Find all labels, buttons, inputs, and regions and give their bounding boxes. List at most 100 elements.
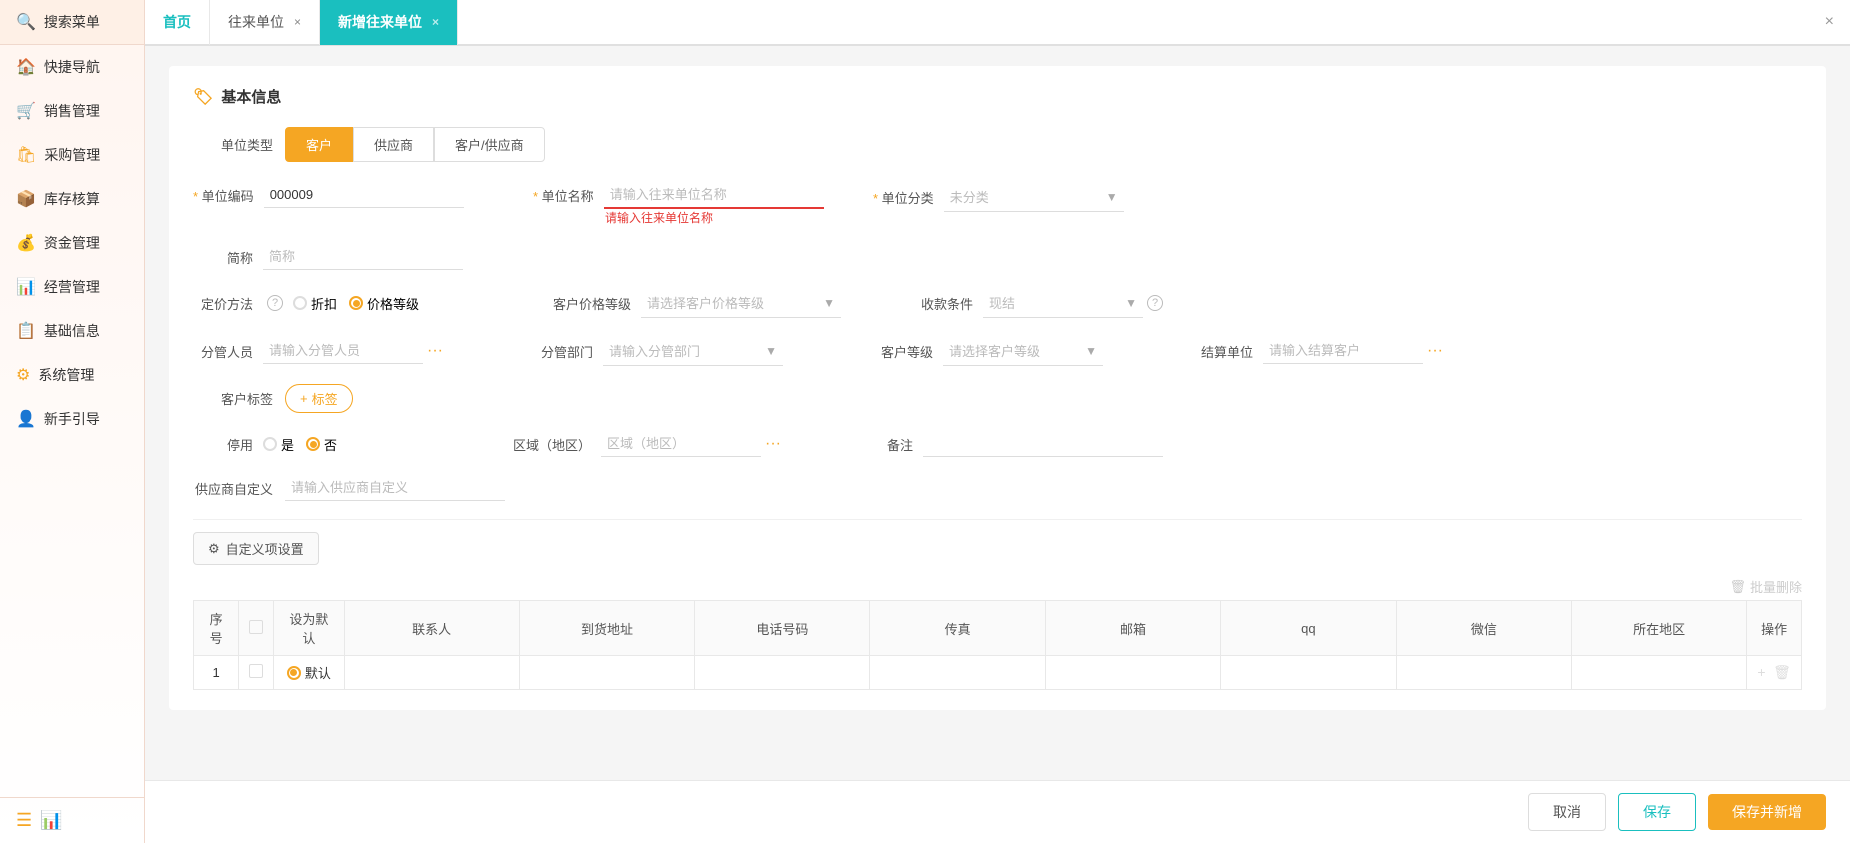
customer-price-level-chevron: ▼ [823,296,835,310]
tab-add-partner[interactable]: 新增往来单位 × [320,0,458,45]
sidebar-item-sales[interactable]: 🛒 销售管理 [0,89,144,133]
pricing-level-radio[interactable]: 价格等级 [349,294,419,313]
custom-settings-btn[interactable]: ⚙ 自定义项设置 [193,532,319,565]
tab-add-partner-close[interactable]: × [432,15,439,29]
inventory-icon: 📦 [16,189,36,209]
sidebar-item-search[interactable]: 🔍 搜索菜单 [0,0,144,45]
sidebar-item-purchase[interactable]: 🛍 采购管理 [0,133,144,177]
sidebar-item-sales-label: 销售管理 [44,101,100,121]
pricing-discount-label: 折扣 [311,294,337,313]
cancel-button[interactable]: 取消 [1528,793,1606,831]
row-default-cell: 默认 [274,656,344,690]
select-all-checkbox[interactable] [249,620,263,634]
tab-home[interactable]: 首页 [145,0,210,45]
pricing-info-icon[interactable]: ? [267,295,283,311]
sidebar-item-basic-info-label: 基础信息 [44,321,100,341]
customer-level-select[interactable]: 请选择客户等级 ▼ [943,336,1103,366]
disabled-no-label: 否 [324,435,337,454]
pricing-discount-circle [293,296,307,310]
custom-settings-icon: ⚙ [208,541,220,557]
tab-home-label: 首页 [163,12,191,32]
batch-delete-label[interactable]: 批量删除 [1750,577,1802,596]
row-add-icon[interactable]: + [1757,664,1765,680]
unit-type-label: 单位类型 [193,135,273,154]
sidebar-bottom-icon1[interactable]: ☰ [16,810,32,831]
unit-code-input[interactable] [264,182,464,208]
row-contact[interactable] [344,656,519,690]
payment-terms-select[interactable]: 现结 ▼ [983,288,1143,318]
row-wechat[interactable] [1396,656,1571,690]
unit-type-supplier-btn[interactable]: 供应商 [353,127,434,162]
guide-icon: 👤 [16,409,36,429]
region-label: 区域（地区） [513,435,591,454]
department-placeholder: 请输入分管部门 [609,341,757,360]
disabled-yes-radio[interactable]: 是 [263,435,294,454]
sidebar-item-operations[interactable]: 📊 经营管理 [0,265,144,309]
supplier-custom-label: 供应商自定义 [193,479,273,498]
batch-delete-row: 🗑 批量删除 [193,577,1802,596]
sidebar-item-basic-info[interactable]: 📋 基础信息 [0,309,144,353]
tab-partner-list[interactable]: 往来单位 × [210,0,320,45]
row-qq[interactable] [1221,656,1397,690]
sidebar-item-finance[interactable]: 💰 资金管理 [0,221,144,265]
region-input[interactable] [601,431,761,457]
tag-add-button[interactable]: + 标签 [285,384,353,413]
supplier-custom-row: 供应商自定义 [193,475,1802,501]
col-wechat: 微信 [1396,601,1571,656]
row-default-radio-circle [287,666,301,680]
unit-name-input[interactable] [604,182,824,209]
short-name-input[interactable] [263,244,463,270]
pricing-discount-radio[interactable]: 折扣 [293,294,337,313]
sidebar-bottom-icon2[interactable]: 📊 [40,810,62,831]
settlement-unit-more-btn[interactable]: ··· [1423,342,1447,360]
row-delete-icon[interactable]: 🗑 [1773,664,1791,680]
supplier-custom-input[interactable] [285,475,505,501]
unit-category-select[interactable]: 未分类 ▼ [944,182,1124,212]
save-new-button[interactable]: 保存并新增 [1708,794,1826,830]
row-region[interactable] [1571,656,1746,690]
row-phone[interactable] [695,656,870,690]
row-default-radio[interactable]: 默认 [284,663,333,682]
manager-more-btn[interactable]: ··· [423,342,447,360]
sidebar-item-quick-nav[interactable]: 🏠 快捷导航 [0,45,144,89]
customer-price-level-select[interactable]: 请选择客户价格等级 ▼ [641,288,841,318]
section-title: 🏷 基本信息 [193,86,1802,107]
sales-icon: 🛒 [16,101,36,121]
tab-partner-list-close[interactable]: × [294,15,301,29]
row-email[interactable] [1045,656,1220,690]
section-title-label: 基本信息 [221,86,281,107]
manager-label: 分管人员 [193,342,253,361]
unit-type-customer-btn[interactable]: 客户 [285,127,353,162]
tabbar-close-all[interactable]: × [1809,13,1850,31]
department-label: 分管部门 [533,342,593,361]
pricing-level-label: 价格等级 [367,294,419,313]
sidebar-item-system[interactable]: ⚙ 系统管理 [0,353,144,397]
sidebar-item-guide[interactable]: 👤 新手引导 [0,397,144,441]
customer-price-level-placeholder: 请选择客户价格等级 [647,293,815,312]
manager-input[interactable] [263,338,423,364]
sidebar-item-system-label: 系统管理 [38,365,94,385]
pricing-level-circle [349,296,363,310]
row-fax[interactable] [870,656,1045,690]
operations-icon: 📊 [16,277,36,297]
unit-category-chevron: ▼ [1106,190,1118,204]
sidebar-item-inventory[interactable]: 📦 库存核算 [0,177,144,221]
batch-delete-icon: 🗑 [1729,579,1746,595]
payment-terms-chevron: ▼ [1125,296,1137,310]
row-address[interactable] [519,656,694,690]
settlement-unit-input[interactable] [1263,338,1423,364]
row-checkbox[interactable] [249,664,263,678]
sidebar-item-quick-nav-label: 快捷导航 [44,57,100,77]
customer-tag-label: 客户标签 [193,389,273,408]
save-button[interactable]: 保存 [1618,793,1696,831]
unit-type-group: 客户 供应商 客户/供应商 [285,127,545,162]
region-more-btn[interactable]: ··· [761,435,785,453]
disabled-no-radio[interactable]: 否 [306,435,337,454]
department-select[interactable]: 请输入分管部门 ▼ [603,336,783,366]
manager-row: 分管人员 ··· 分管部门 请输入分管部门 ▼ 客户等级 请选择客户等级 [193,336,1802,366]
customer-price-level-field: 客户价格等级 请选择客户价格等级 ▼ [553,288,873,318]
remark-input[interactable] [923,431,1163,457]
table-row: 1 默认 [194,656,1802,690]
unit-type-both-btn[interactable]: 客户/供应商 [434,127,545,162]
payment-terms-info-icon[interactable]: ? [1147,295,1163,311]
